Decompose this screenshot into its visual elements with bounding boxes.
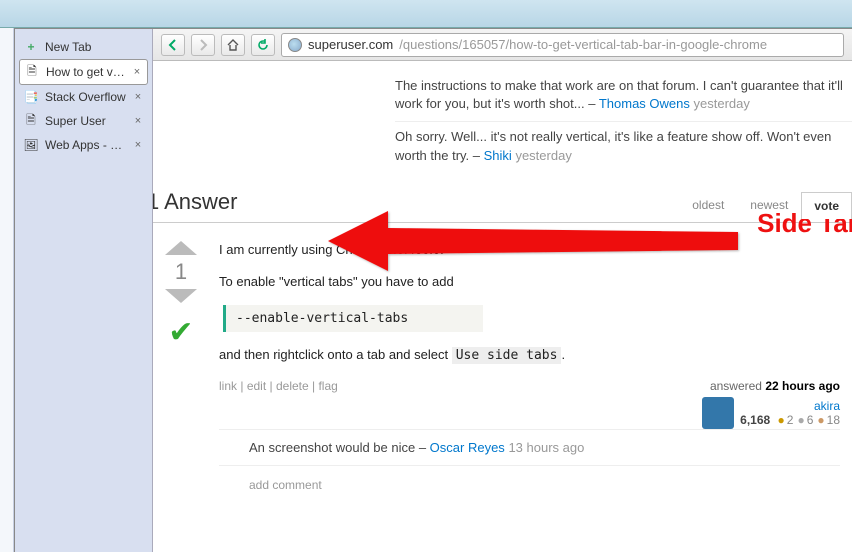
close-icon[interactable]: × bbox=[131, 66, 143, 78]
left-edge bbox=[0, 28, 14, 552]
tab-item[interactable]: 🖼 Web Apps - St... × bbox=[19, 133, 148, 157]
share-link[interactable]: link bbox=[219, 379, 237, 393]
tab-label: Stack Overflow bbox=[45, 90, 126, 104]
answer-comment: An screenshot would be nice – Oscar Reye… bbox=[219, 429, 840, 465]
comment-ago: yesterday bbox=[515, 148, 571, 163]
forward-button[interactable] bbox=[191, 34, 215, 56]
answers-header: 1 Answer oldest newest vote bbox=[153, 189, 852, 223]
sort-votes-tab[interactable]: vote bbox=[801, 192, 852, 219]
window-titlebar bbox=[0, 0, 852, 28]
vertical-tab-strip: + New Tab 🗎 How to get ve... × 📑 Stack O… bbox=[15, 29, 153, 552]
browser-window: + New Tab 🗎 How to get ve... × 📑 Stack O… bbox=[14, 28, 852, 552]
page-content: The instructions to make that work are o… bbox=[153, 61, 852, 552]
new-tab-button[interactable]: + New Tab bbox=[19, 35, 148, 59]
close-icon[interactable]: × bbox=[132, 115, 144, 127]
answers-heading: 1 Answer bbox=[153, 189, 238, 215]
answered-label: answered bbox=[710, 379, 765, 393]
plus-icon: + bbox=[23, 39, 39, 55]
answer-paragraph: I am currently using Chrome 6.0.466.0. bbox=[219, 241, 840, 259]
comment-user-link[interactable]: Oscar Reyes bbox=[430, 440, 505, 455]
tab-item[interactable]: 📑 Stack Overflow × bbox=[19, 85, 148, 109]
site-favicon-icon: 🗎 bbox=[23, 113, 39, 129]
reload-button[interactable] bbox=[251, 34, 275, 56]
vote-controls: 1 ✔ bbox=[161, 241, 201, 493]
globe-icon bbox=[288, 38, 302, 52]
back-button[interactable] bbox=[161, 34, 185, 56]
answer-sort-tabs: oldest newest vote bbox=[679, 191, 852, 218]
question-comment: The instructions to make that work are o… bbox=[395, 77, 852, 113]
comment-ago: yesterday bbox=[694, 96, 750, 111]
comment-user-link[interactable]: Thomas Owens bbox=[599, 96, 690, 111]
tab-item[interactable]: 🗎 How to get ve... × bbox=[19, 59, 148, 85]
site-favicon-icon: 🖼 bbox=[23, 137, 39, 153]
add-comment-link[interactable]: add comment bbox=[219, 465, 840, 492]
vote-score: 1 bbox=[175, 259, 187, 285]
upvote-button[interactable] bbox=[165, 241, 197, 255]
home-button[interactable] bbox=[221, 34, 245, 56]
tab-item[interactable]: 🗎 Super User × bbox=[19, 109, 148, 133]
code-block: --enable-vertical-tabs bbox=[223, 305, 483, 332]
answer-signature: answered 22 hours ago akira 6,168 2618 bbox=[650, 379, 840, 429]
comment-user-link[interactable]: Shiki bbox=[484, 148, 512, 163]
main-pane: superuser.com/questions/165057/how-to-ge… bbox=[153, 29, 852, 552]
browser-toolbar: superuser.com/questions/165057/how-to-ge… bbox=[153, 29, 852, 61]
close-icon[interactable]: × bbox=[132, 91, 144, 103]
tab-label: Super User bbox=[45, 114, 126, 128]
answered-ago: 22 hours ago bbox=[765, 379, 840, 393]
new-tab-label: New Tab bbox=[45, 40, 144, 54]
answer-paragraph: and then rightclick onto a tab and selec… bbox=[219, 346, 840, 365]
edit-link[interactable]: edit bbox=[247, 379, 266, 393]
tab-label: Web Apps - St... bbox=[45, 138, 126, 152]
close-icon[interactable]: × bbox=[132, 139, 144, 151]
downvote-button[interactable] bbox=[165, 289, 197, 303]
inline-code: Use side tabs bbox=[452, 347, 562, 364]
site-favicon-icon: 🗎 bbox=[24, 64, 40, 80]
answer-user-link[interactable]: akira bbox=[814, 399, 840, 413]
question-comment: Oh sorry. Well... it's not really vertic… bbox=[395, 121, 852, 164]
user-badges: 2618 bbox=[774, 413, 840, 427]
user-rep: 6,168 bbox=[740, 413, 770, 427]
answer-paragraph: To enable "vertical tabs" you have to ad… bbox=[219, 273, 840, 291]
delete-link[interactable]: delete bbox=[276, 379, 309, 393]
comment-text: An screenshot would be nice – bbox=[249, 440, 430, 455]
address-host: superuser.com bbox=[308, 37, 393, 52]
sort-newest-tab[interactable]: newest bbox=[737, 191, 801, 218]
comment-text: Oh sorry. Well... it's not really vertic… bbox=[395, 129, 831, 162]
answer-body: I am currently using Chrome 6.0.466.0. T… bbox=[219, 241, 840, 493]
accepted-check-icon: ✔ bbox=[168, 315, 193, 350]
avatar bbox=[702, 397, 734, 429]
sort-oldest-tab[interactable]: oldest bbox=[679, 191, 737, 218]
answer: 1 ✔ I am currently using Chrome 6.0.466.… bbox=[153, 237, 852, 493]
comment-ago: 13 hours ago bbox=[508, 440, 584, 455]
address-path: /questions/165057/how-to-get-vertical-ta… bbox=[399, 37, 767, 52]
flag-link[interactable]: flag bbox=[318, 379, 337, 393]
site-favicon-icon: 📑 bbox=[23, 89, 39, 105]
address-bar[interactable]: superuser.com/questions/165057/how-to-ge… bbox=[281, 33, 844, 57]
tab-label: How to get ve... bbox=[46, 65, 125, 79]
